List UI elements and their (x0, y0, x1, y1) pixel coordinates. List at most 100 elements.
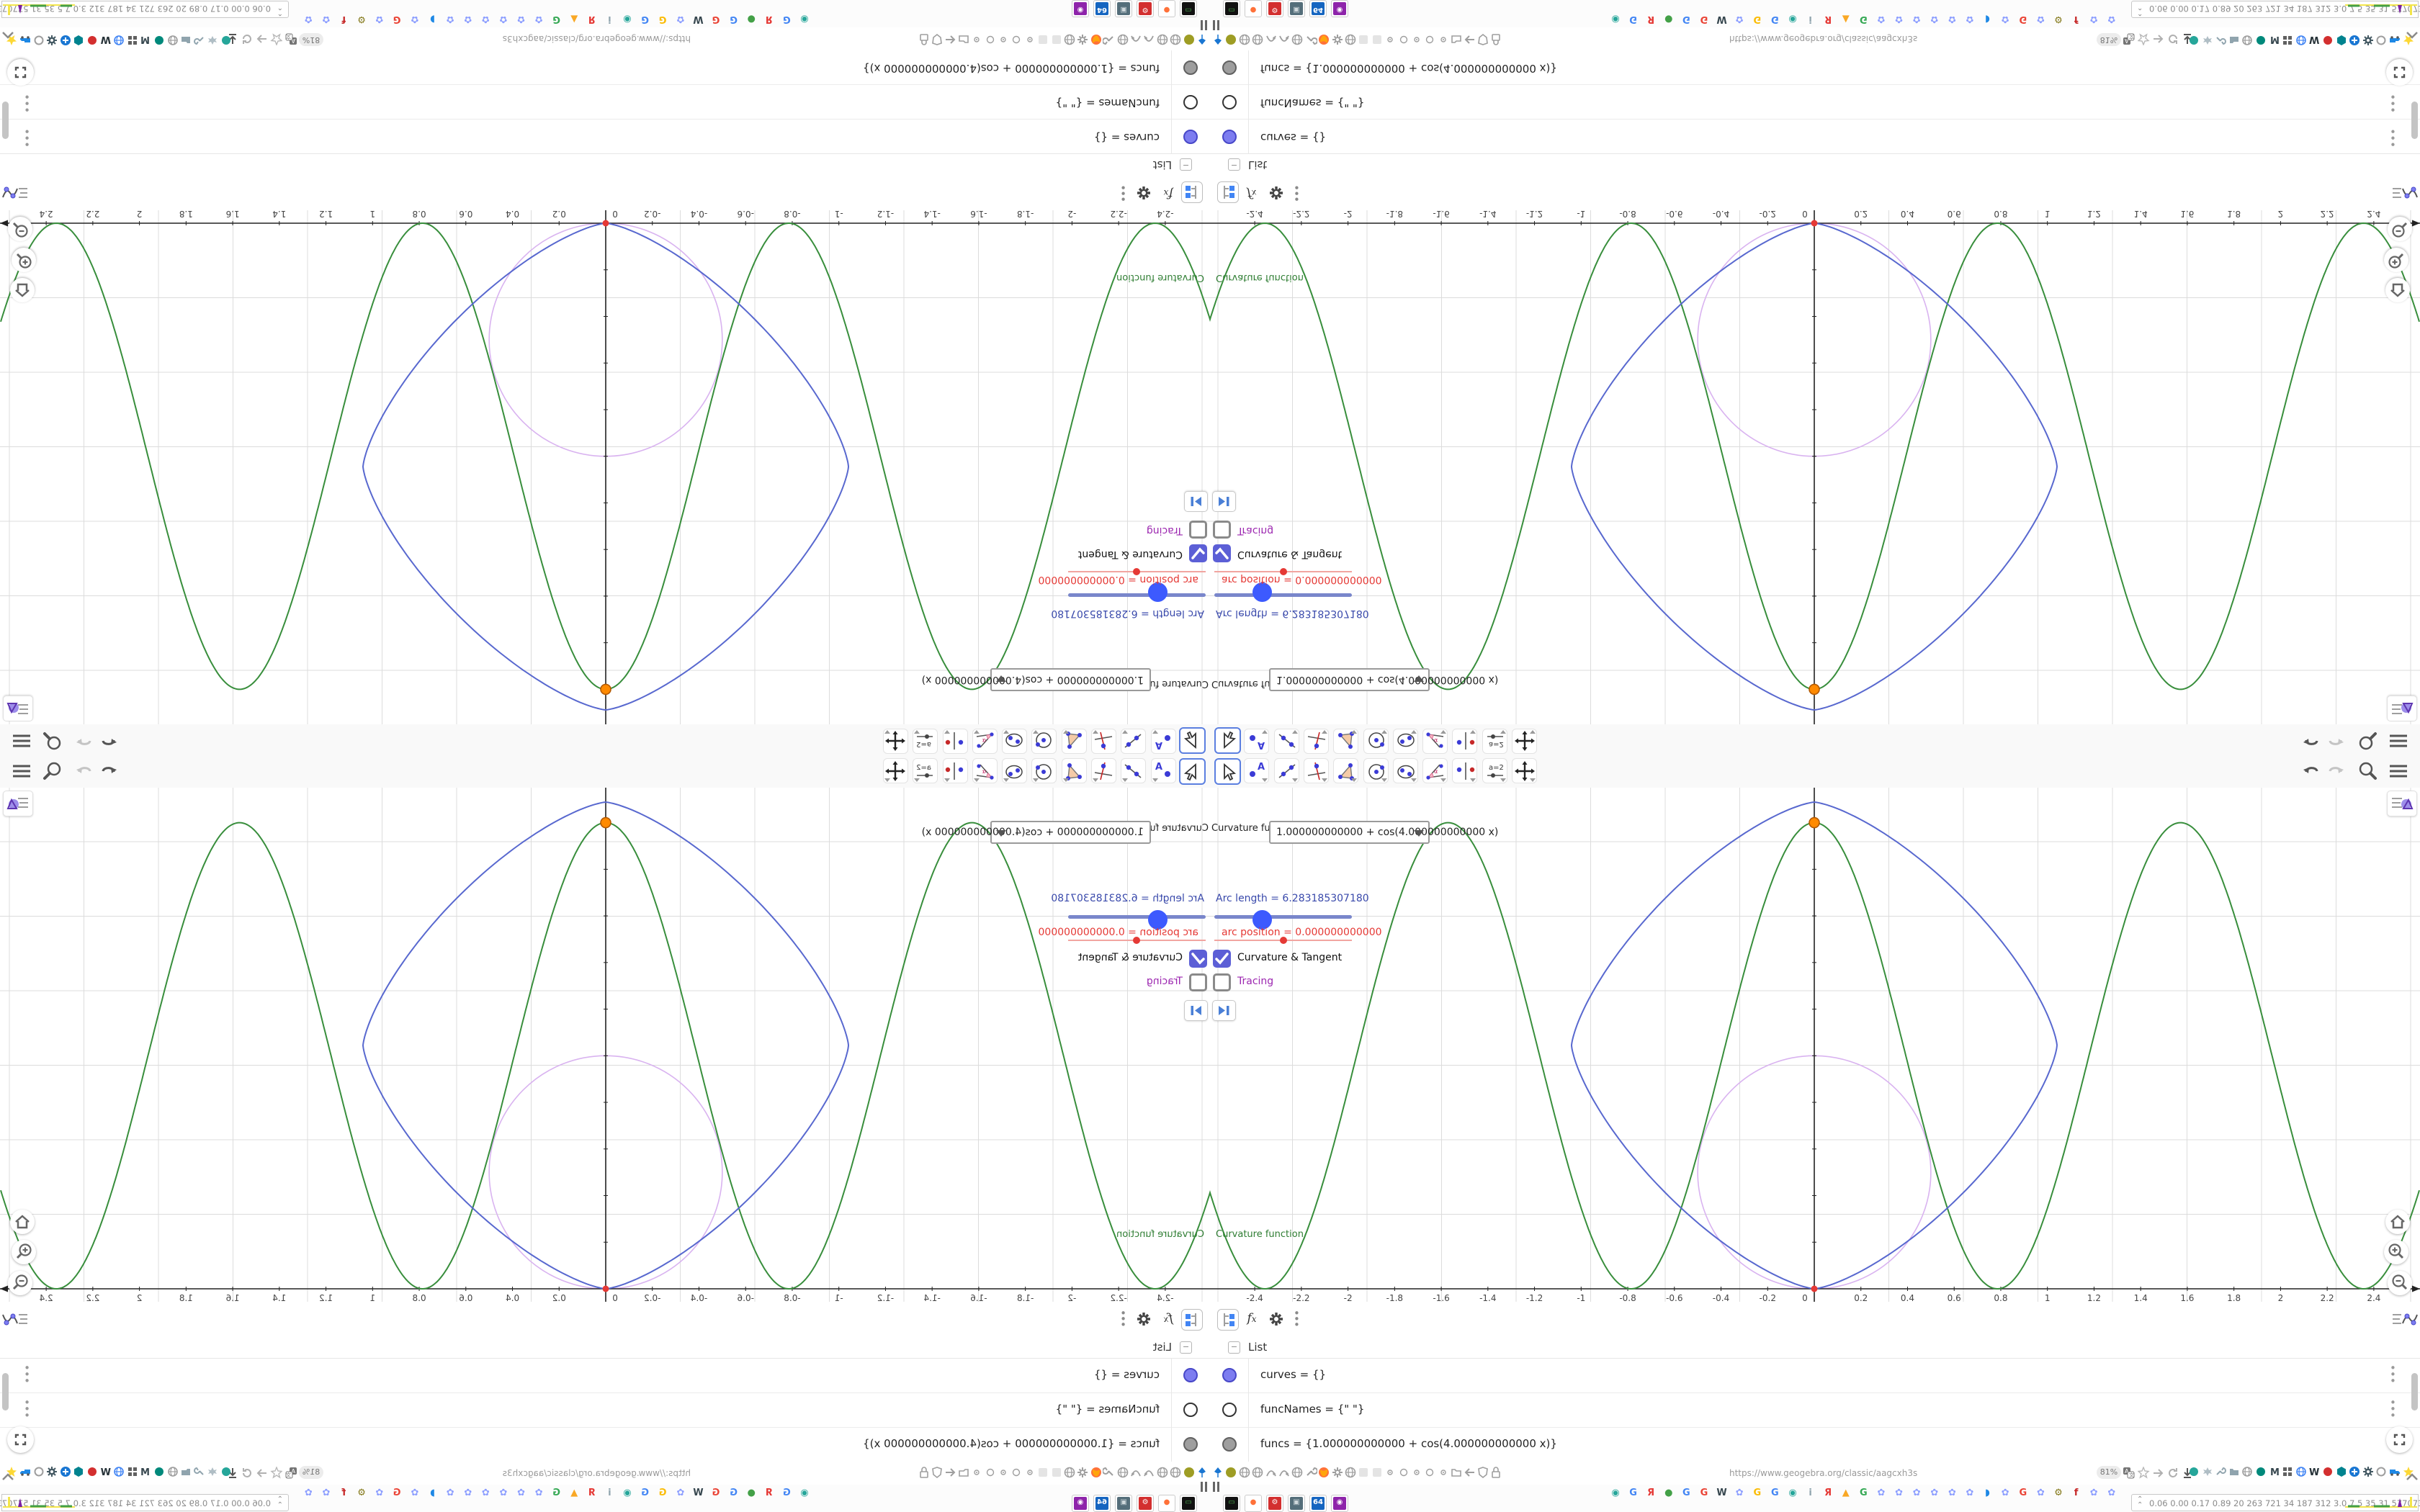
home-button[interactable] (2385, 278, 2410, 302)
extension-truck-icon[interactable] (19, 1466, 31, 1478)
ring-icon[interactable] (984, 34, 996, 46)
taskbar-purple-avatar-button[interactable]: ◉ (1331, 1495, 1348, 1512)
collapse-chevron-icon[interactable] (1, 1470, 14, 1480)
extension-ring-icon[interactable] (32, 1466, 45, 1478)
extension-dot-icon[interactable] (2255, 34, 2267, 46)
kite-icon[interactable] (1196, 34, 1208, 46)
zoom-in-button[interactable] (2384, 1240, 2408, 1264)
tab-favicon[interactable]: G (1679, 1486, 1693, 1500)
view-menu-button[interactable] (3, 696, 33, 721)
tab-favicon[interactable]: ✿ (478, 12, 493, 26)
globe-icon[interactable] (1063, 1466, 1075, 1478)
gear-icon[interactable] (1332, 34, 1344, 46)
tool-reflect-about-line-button[interactable] (942, 758, 968, 783)
tab-favicon[interactable]: ● (1662, 12, 1676, 26)
tab-favicon[interactable]: ✿ (1927, 1486, 1942, 1500)
home-button[interactable] (2385, 1210, 2410, 1234)
tracing-checkbox[interactable] (1213, 973, 1231, 991)
tool-move-graphics-view-button[interactable] (1512, 758, 1537, 783)
arc-length-slider[interactable] (1214, 915, 1352, 919)
tab-favicon[interactable]: ◉ (1785, 1486, 1800, 1500)
tab-favicon[interactable]: f (2069, 12, 2084, 26)
tab-favicon[interactable]: Я (762, 12, 776, 26)
arrow-right-icon[interactable] (256, 33, 268, 45)
wrench-icon[interactable] (1102, 34, 1115, 46)
collapse-chevron-icon[interactable] (2406, 1470, 2419, 1480)
taskbar-red-settings-button[interactable]: ⚙ (1137, 0, 1154, 17)
extension-W-icon[interactable]: W (2308, 1466, 2321, 1478)
tab-favicon[interactable]: G (727, 12, 741, 26)
tab-favicon[interactable]: ✿ (1732, 12, 1747, 26)
tab-favicon[interactable]: G (709, 12, 723, 26)
folder-icon[interactable] (1451, 1466, 1463, 1478)
zoom-level-pill[interactable]: 81% (299, 1466, 323, 1479)
globe-icon[interactable] (1116, 1466, 1129, 1478)
ring-icon[interactable] (1398, 34, 1410, 46)
algebra-row[interactable]: funcNames = {" "} • • • (0, 1392, 1210, 1428)
zoom-in-button[interactable] (12, 1240, 36, 1264)
tool-caret-icon[interactable] (1033, 778, 1039, 782)
tool-caret-icon[interactable] (914, 730, 920, 734)
tree-view-icon[interactable] (1217, 1309, 1239, 1331)
extension-dot-icon[interactable] (86, 34, 98, 46)
tool-caret-icon[interactable] (1093, 730, 1099, 734)
arrow-right-icon[interactable] (256, 1467, 268, 1479)
function-input-box[interactable]: 1.000000000000 + cos(4.000000000000 x) (1269, 821, 1498, 844)
kebab-menu-icon[interactable]: • • • (1120, 181, 1126, 205)
play-step-button[interactable] (1212, 1000, 1236, 1021)
settings-gear-icon[interactable] (1266, 1309, 1286, 1329)
tool-caret-icon[interactable] (1351, 778, 1358, 782)
tool-caret-icon[interactable] (1351, 730, 1358, 734)
tab-favicon[interactable]: ✿ (1945, 12, 1959, 26)
tool-perpendicular-line-button[interactable] (1091, 729, 1117, 754)
arc-length-slider[interactable] (1214, 593, 1352, 597)
extension-ring-icon[interactable] (32, 34, 45, 46)
tab-favicon[interactable]: W (691, 1486, 705, 1500)
visibility-toggle-circle[interactable] (1222, 1437, 1237, 1452)
reload-icon[interactable] (2167, 1467, 2179, 1479)
tool-polygon-button[interactable] (1061, 758, 1087, 783)
ghost-icon[interactable] (1358, 1466, 1370, 1478)
star-icon[interactable] (270, 1466, 284, 1479)
globe-icon[interactable] (1345, 1466, 1357, 1478)
algebra-panel-toggle-icon[interactable] (1, 1309, 30, 1329)
tool-caret-icon[interactable] (1321, 778, 1327, 782)
tool-caret-icon[interactable] (1033, 730, 1039, 734)
extension-dot-icon[interactable] (2255, 1466, 2267, 1478)
taskbar-screen-tool-button[interactable]: ▭ (1180, 1495, 1197, 1512)
tab-favicon[interactable]: G (1767, 1486, 1782, 1500)
list-header[interactable]: − List (1210, 153, 2420, 176)
taskbar-screen-capture-button[interactable]: ▣ (1115, 1495, 1132, 1512)
fullscreen-button[interactable] (7, 59, 34, 86)
tab-favicon[interactable]: ✿ (1874, 12, 1888, 26)
arc-icon[interactable] (1142, 1466, 1155, 1478)
tab-favicon[interactable]: ◗ (1981, 12, 1995, 26)
tool-caret-icon[interactable] (1410, 730, 1417, 734)
visibility-toggle-circle[interactable] (1222, 60, 1237, 75)
ghost-icon[interactable] (1358, 34, 1370, 46)
extension-flower-icon[interactable] (206, 34, 218, 46)
tool-move-graphics-view-button[interactable] (1512, 729, 1537, 754)
globe-icon[interactable] (1252, 1466, 1264, 1478)
tool-slider-button[interactable]: a=2 (1482, 758, 1507, 783)
url-text[interactable]: https://www.geogebra.org/classic/aagcxh3… (503, 1468, 691, 1478)
extension-flower-icon[interactable] (2202, 34, 2214, 46)
extension-folder-icon[interactable] (179, 34, 192, 46)
tab-favicon[interactable]: W (1715, 1486, 1729, 1500)
taskbar-red-settings-button[interactable]: ⚙ (1137, 1495, 1154, 1512)
tool-caret-icon[interactable] (1381, 778, 1387, 782)
tree-view-icon[interactable] (1181, 1309, 1203, 1331)
ghost-icon[interactable] (1371, 34, 1384, 46)
tool-caret-icon[interactable] (884, 778, 890, 782)
firefox-icon[interactable] (1090, 34, 1102, 46)
arc-icon[interactable] (1278, 1466, 1291, 1478)
home-button[interactable] (10, 1210, 35, 1234)
extension-dot-icon[interactable] (86, 1466, 98, 1478)
tab-favicon[interactable]: ✿ (2105, 1486, 2119, 1500)
tab-favicon[interactable]: ✿ (2033, 1486, 2048, 1500)
tool-polygon-button[interactable] (1333, 758, 1359, 783)
tab-favicon[interactable]: f (336, 12, 351, 26)
home-button[interactable] (10, 278, 35, 302)
taskbar-screen-capture-button[interactable]: ▣ (1288, 1495, 1305, 1512)
chevrons-up-icon[interactable]: ⌃ ⌃ (2137, 1496, 2143, 1509)
